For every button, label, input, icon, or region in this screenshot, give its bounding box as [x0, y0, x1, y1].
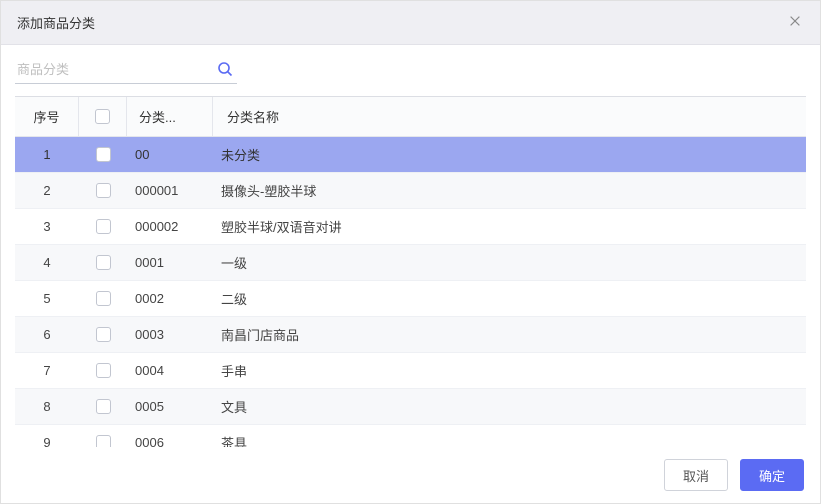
cell-checkbox[interactable] [79, 389, 127, 424]
cancel-button[interactable]: 取消 [664, 459, 728, 491]
table-row[interactable]: 1 00未分类 [15, 137, 806, 173]
cell-checkbox[interactable] [79, 425, 127, 447]
dialog-footer: 取消 确定 [1, 447, 820, 503]
cell-seq: 1 [15, 137, 79, 172]
cell-checkbox[interactable] [79, 245, 127, 280]
dialog: 添加商品分类 序号 分类... 分类名称 1 00未分类 2 000001摄像头-塑胶… [0, 0, 821, 504]
cell-code: 00 [127, 137, 213, 172]
checkbox-icon [96, 219, 111, 234]
dialog-header: 添加商品分类 [1, 1, 820, 45]
table-row[interactable]: 6 0003南昌门店商品 [15, 317, 806, 353]
cell-seq: 3 [15, 209, 79, 244]
confirm-button[interactable]: 确定 [740, 459, 804, 491]
close-button[interactable] [786, 14, 804, 32]
cell-seq: 8 [15, 389, 79, 424]
table-row[interactable]: 5 0002二级 [15, 281, 806, 317]
cell-checkbox[interactable] [79, 317, 127, 352]
cell-code: 000002 [127, 209, 213, 244]
checkbox-icon [96, 255, 111, 270]
cell-seq: 5 [15, 281, 79, 316]
table-row[interactable]: 4 0001一级 [15, 245, 806, 281]
cell-name: 手串 [213, 353, 806, 388]
cell-code: 0004 [127, 353, 213, 388]
dialog-body: 序号 分类... 分类名称 1 00未分类 2 000001摄像头-塑胶半球 3 0000… [1, 45, 820, 447]
header-select-all[interactable] [79, 97, 127, 136]
checkbox-icon [96, 183, 111, 198]
cell-checkbox[interactable] [79, 173, 127, 208]
cell-code: 0002 [127, 281, 213, 316]
cell-name: 塑胶半球/双语音对讲 [213, 209, 806, 244]
search-field [15, 57, 237, 84]
category-table: 序号 分类... 分类名称 1 00未分类 2 000001摄像头-塑胶半球 3 0000… [15, 96, 806, 447]
cell-name: 茶具 [213, 425, 806, 447]
cell-checkbox[interactable] [79, 209, 127, 244]
cell-code: 0005 [127, 389, 213, 424]
checkbox-icon [95, 109, 110, 124]
cell-code: 0001 [127, 245, 213, 280]
header-code: 分类... [127, 97, 213, 136]
table-body[interactable]: 1 00未分类 2 000001摄像头-塑胶半球 3 000002塑胶半球/双语音对讲 4 0… [15, 137, 806, 447]
checkbox-icon [96, 327, 111, 342]
cell-seq: 4 [15, 245, 79, 280]
dialog-title: 添加商品分类 [17, 13, 95, 32]
cell-seq: 9 [15, 425, 79, 447]
cell-name: 文具 [213, 389, 806, 424]
cell-checkbox[interactable] [79, 281, 127, 316]
table-row[interactable]: 9 0006茶具 [15, 425, 806, 447]
header-name: 分类名称 [213, 97, 806, 136]
table-row[interactable]: 7 0004手串 [15, 353, 806, 389]
table-row[interactable]: 8 0005文具 [15, 389, 806, 425]
close-icon [788, 14, 802, 28]
checkbox-icon [96, 147, 111, 162]
table-row[interactable]: 3 000002塑胶半球/双语音对讲 [15, 209, 806, 245]
checkbox-icon [96, 363, 111, 378]
table-header: 序号 分类... 分类名称 [15, 97, 806, 137]
cell-name: 南昌门店商品 [213, 317, 806, 352]
cell-code: 0006 [127, 425, 213, 447]
table-row[interactable]: 2 000001摄像头-塑胶半球 [15, 173, 806, 209]
cell-name: 摄像头-塑胶半球 [213, 173, 806, 208]
cell-name: 一级 [213, 245, 806, 280]
cell-code: 0003 [127, 317, 213, 352]
cell-checkbox[interactable] [79, 137, 127, 172]
search-input[interactable] [17, 62, 217, 77]
header-seq: 序号 [15, 97, 79, 136]
cell-checkbox[interactable] [79, 353, 127, 388]
search-icon[interactable] [217, 61, 233, 77]
cell-seq: 2 [15, 173, 79, 208]
cell-code: 000001 [127, 173, 213, 208]
checkbox-icon [96, 435, 111, 447]
cell-name: 二级 [213, 281, 806, 316]
checkbox-icon [96, 399, 111, 414]
cell-name: 未分类 [213, 137, 806, 172]
cell-seq: 7 [15, 353, 79, 388]
cell-seq: 6 [15, 317, 79, 352]
checkbox-icon [96, 291, 111, 306]
